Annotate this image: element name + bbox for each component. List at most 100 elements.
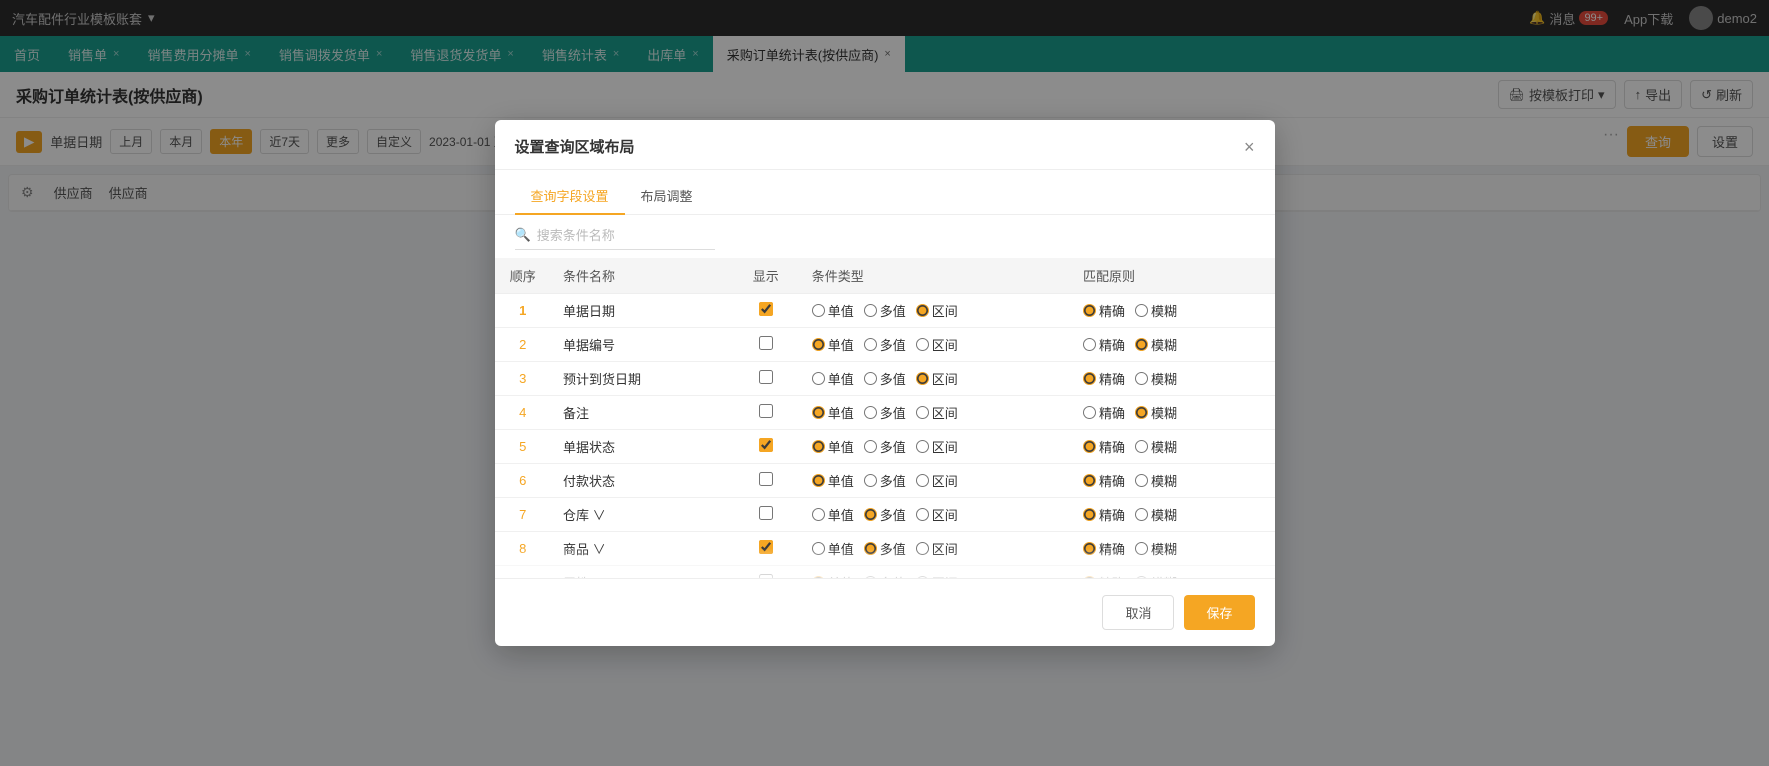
type-radio-item-0[interactable]: 单值 [812,301,854,320]
match-radio-0[interactable] [1083,576,1096,578]
match-radio-1[interactable] [1135,508,1148,521]
match-radio-1[interactable] [1135,372,1148,385]
type-radio-item-1[interactable]: 多值 [864,403,906,422]
type-radio-item-0[interactable]: 单值 [812,403,854,422]
match-radio-item-1[interactable]: 模糊 [1135,539,1177,558]
conditions-table-scroll[interactable]: 顺序 条件名称 显示 条件类型 匹配原则 1单据日期单值多值区间精确模糊2单据编… [495,258,1275,578]
match-radio-item-1[interactable]: 模糊 [1135,335,1177,354]
type-radio-item-2[interactable]: 区间 [916,471,958,490]
show-checkbox[interactable] [759,472,773,486]
match-radio-item-1[interactable]: 模糊 [1135,301,1177,320]
cancel-button[interactable]: 取消 [1102,595,1174,630]
type-radio-2[interactable] [916,508,929,521]
type-radio-item-1[interactable]: 多值 [864,301,906,320]
match-radio-item-1[interactable]: 模糊 [1135,505,1177,524]
match-radio-1[interactable] [1135,576,1148,578]
match-radio-item-0[interactable]: 精确 [1083,301,1125,320]
match-radio-item-1[interactable]: 模糊 [1135,471,1177,490]
show-checkbox[interactable] [759,438,773,452]
type-radio-0[interactable] [812,508,825,521]
type-radio-item-1[interactable]: 多值 [864,471,906,490]
type-radio-2[interactable] [916,474,929,487]
show-checkbox[interactable] [759,370,773,384]
match-radio-item-0[interactable]: 精确 [1083,505,1125,524]
match-radio-item-1[interactable]: 模糊 [1135,369,1177,388]
match-radio-item-0[interactable]: 精确 [1083,335,1125,354]
search-input[interactable] [537,228,697,243]
type-radio-1[interactable] [864,372,877,385]
match-radio-item-0[interactable]: 精确 [1083,403,1125,422]
type-radio-item-1[interactable]: 多值 [864,505,906,524]
type-radio-item-2[interactable]: 区间 [916,437,958,456]
match-radio-1[interactable] [1135,304,1148,317]
type-radio-2[interactable] [916,372,929,385]
show-checkbox[interactable] [759,540,773,554]
type-radio-2[interactable] [916,406,929,419]
type-radio-item-2[interactable]: 区间 [916,301,958,320]
match-radio-item-1[interactable]: 模糊 [1135,403,1177,422]
type-radio-0[interactable] [812,440,825,453]
match-radio-item-0[interactable]: 精确 [1083,471,1125,490]
match-radio-1[interactable] [1135,474,1148,487]
show-checkbox[interactable] [759,302,773,316]
show-checkbox[interactable] [759,506,773,520]
match-radio-item-1[interactable]: 模糊 [1135,437,1177,456]
type-radio-1[interactable] [864,338,877,351]
show-checkbox[interactable] [759,404,773,418]
match-radio-0[interactable] [1083,406,1096,419]
show-checkbox[interactable] [759,574,773,578]
type-radio-0[interactable] [812,338,825,351]
dialog-close-button[interactable]: × [1244,138,1255,156]
save-button[interactable]: 保存 [1184,595,1254,630]
type-radio-1[interactable] [864,406,877,419]
type-radio-item-0[interactable]: 单值 [812,437,854,456]
type-radio-0[interactable] [812,576,825,578]
match-radio-0[interactable] [1083,542,1096,555]
type-radio-2[interactable] [916,542,929,555]
match-radio-1[interactable] [1135,406,1148,419]
type-radio-item-0[interactable]: 单值 [812,539,854,558]
type-radio-1[interactable] [864,304,877,317]
match-radio-item-0[interactable]: 精确 [1083,369,1125,388]
type-radio-2[interactable] [916,338,929,351]
type-radio-item-1[interactable]: 多值 [864,539,906,558]
type-radio-item-0[interactable]: 单值 [812,573,854,578]
type-radio-item-1[interactable]: 多值 [864,437,906,456]
type-radio-item-1[interactable]: 多值 [864,335,906,354]
type-radio-1[interactable] [864,474,877,487]
type-radio-item-1[interactable]: 多值 [864,369,906,388]
type-radio-0[interactable] [812,372,825,385]
match-radio-item-0[interactable]: 精确 [1083,573,1125,578]
type-radio-item-2[interactable]: 区间 [916,539,958,558]
type-radio-0[interactable] [812,304,825,317]
type-radio-item-0[interactable]: 单值 [812,335,854,354]
type-radio-item-2[interactable]: 区间 [916,505,958,524]
type-radio-1[interactable] [864,542,877,555]
type-radio-2[interactable] [916,440,929,453]
match-radio-1[interactable] [1135,440,1148,453]
type-radio-item-0[interactable]: 单值 [812,369,854,388]
tab-query-fields[interactable]: 查询字段设置 [515,180,625,215]
type-radio-item-0[interactable]: 单值 [812,471,854,490]
match-radio-0[interactable] [1083,508,1096,521]
type-radio-2[interactable] [916,576,929,578]
type-radio-item-2[interactable]: 区间 [916,369,958,388]
tab-layout-adjust[interactable]: 布局调整 [625,180,709,215]
type-radio-item-1[interactable]: 多值 [864,573,906,578]
match-radio-0[interactable] [1083,372,1096,385]
type-radio-0[interactable] [812,542,825,555]
match-radio-item-1[interactable]: 模糊 [1135,573,1177,578]
show-checkbox[interactable] [759,336,773,350]
match-radio-0[interactable] [1083,338,1096,351]
match-radio-1[interactable] [1135,542,1148,555]
type-radio-1[interactable] [864,576,877,578]
type-radio-0[interactable] [812,406,825,419]
match-radio-item-0[interactable]: 精确 [1083,437,1125,456]
type-radio-item-0[interactable]: 单值 [812,505,854,524]
type-radio-item-2[interactable]: 区间 [916,403,958,422]
type-radio-0[interactable] [812,474,825,487]
type-radio-item-2[interactable]: 区间 [916,573,958,578]
type-radio-1[interactable] [864,508,877,521]
match-radio-item-0[interactable]: 精确 [1083,539,1125,558]
match-radio-0[interactable] [1083,474,1096,487]
